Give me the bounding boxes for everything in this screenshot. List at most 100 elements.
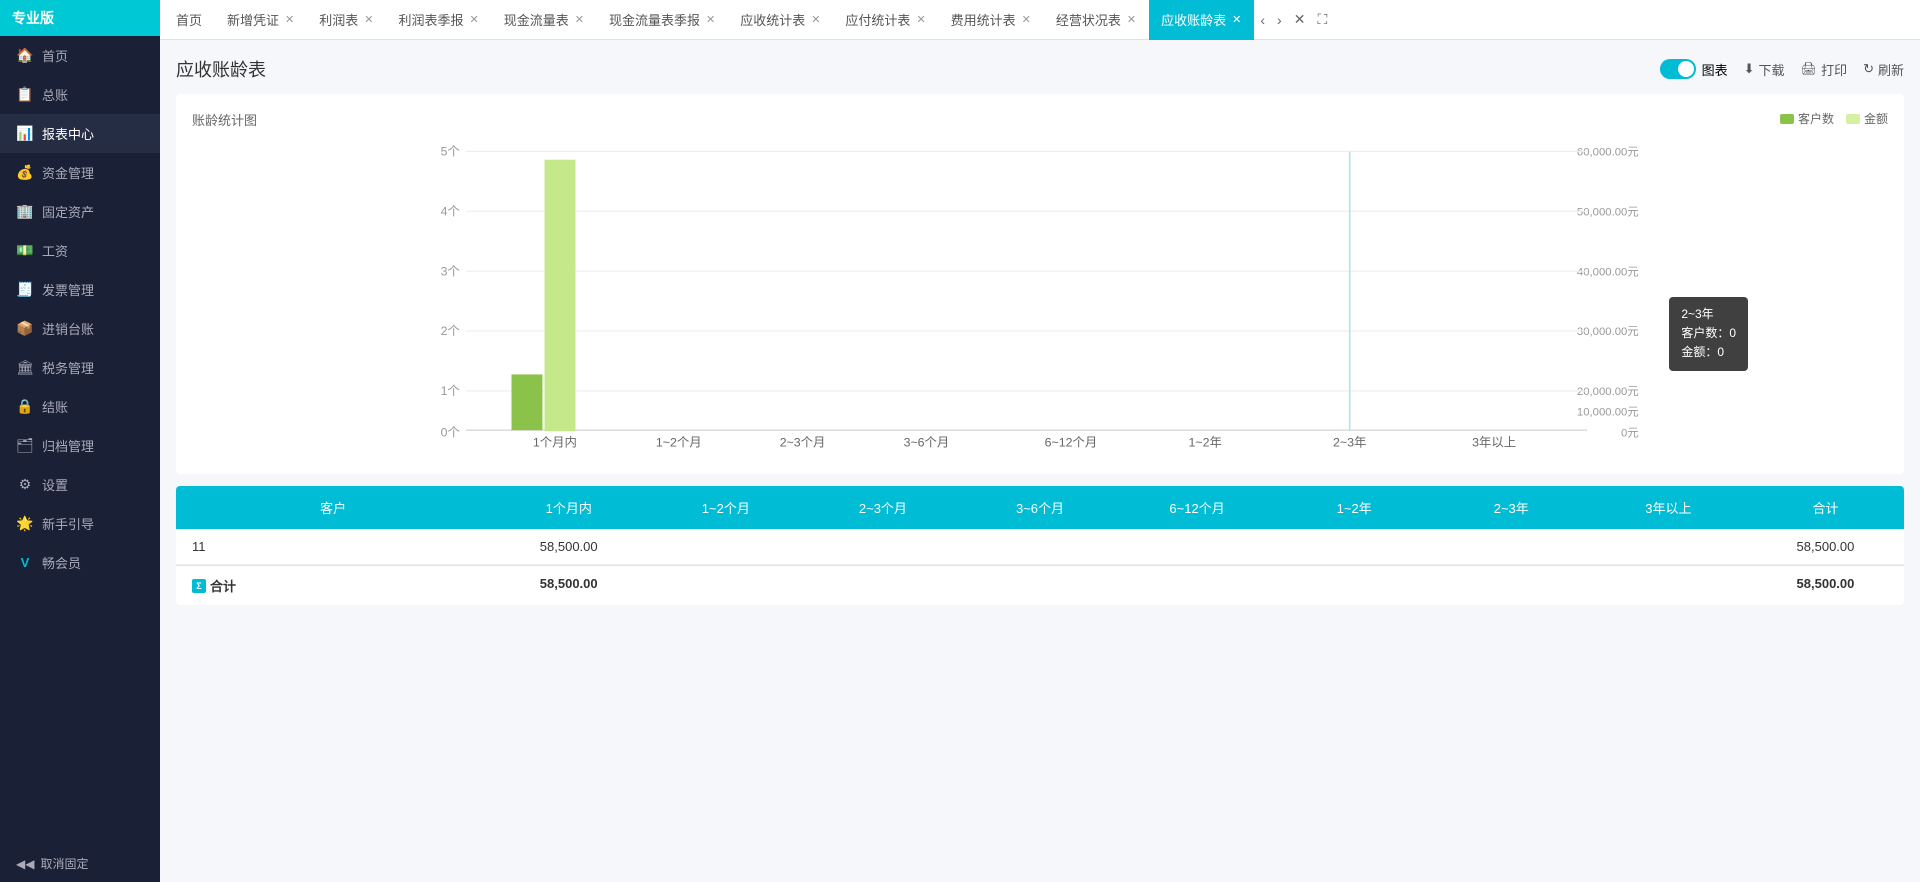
page-content: 应收账龄表 图表 ⬇ 下载 🖨 打印 ↻ 刷新 <box>160 40 1920 882</box>
footer-m12 <box>647 566 804 605</box>
footer-m23 <box>804 566 961 605</box>
svg-text:1个月内: 1个月内 <box>533 436 577 450</box>
svg-text:30,000.00元: 30,000.00元 <box>1577 326 1639 338</box>
tab-ar-stat[interactable]: 应收统计表 ✕ <box>728 0 833 40</box>
download-button[interactable]: ⬇ 下载 <box>1744 60 1785 79</box>
sidebar-item-archive[interactable]: 🗂 归档管理 <box>0 426 160 465</box>
table-row: 11 58,500.00 58,500.00 <box>176 529 1904 565</box>
svg-text:1个: 1个 <box>441 384 460 398</box>
sidebar-item-tax[interactable]: 🏛 税务管理 <box>0 348 160 387</box>
svg-text:2个: 2个 <box>441 324 460 338</box>
close-tab-voucher[interactable]: ✕ <box>285 13 294 26</box>
legend-amount: 金额 <box>1846 110 1888 127</box>
sidebar-item-guide[interactable]: 🌟 新手引导 <box>0 504 160 543</box>
close-tab-expense-stat[interactable]: ✕ <box>1022 13 1031 26</box>
app-logo: 专业版 <box>0 0 160 36</box>
close-tab-cashflow[interactable]: ✕ <box>575 13 584 26</box>
svg-text:60,000.00元: 60,000.00元 <box>1577 147 1639 159</box>
th-customer: 客户 <box>176 486 490 529</box>
tab-scroll-right[interactable]: › <box>1271 0 1288 40</box>
sidebar-item-label: 资金管理 <box>42 163 94 182</box>
sidebar-item-report[interactable]: 📊 报表中心 <box>0 114 160 153</box>
settings-icon: ⚙ <box>16 476 34 493</box>
home-icon: 🏠 <box>16 47 34 64</box>
chart-svg-wrapper: 5个 4个 3个 2个 1个 0个 60,000.00元 50,000.00元 … <box>192 137 1888 457</box>
sidebar-item-label: 发票管理 <box>42 280 94 299</box>
svg-text:1~2年: 1~2年 <box>1188 436 1221 450</box>
chart-svg: 5个 4个 3个 2个 1个 0个 60,000.00元 50,000.00元 … <box>192 137 1888 457</box>
footer-label: Σ 合计 <box>176 566 490 605</box>
sidebar-item-close[interactable]: 🔒 结账 <box>0 387 160 426</box>
td-m1: 58,500.00 <box>490 529 647 564</box>
tab-profit-quarter[interactable]: 利润表季报 ✕ <box>386 0 491 40</box>
footer-m1: 58,500.00 <box>490 566 647 605</box>
sidebar-item-label: 税务管理 <box>42 358 94 377</box>
td-y3plus <box>1590 529 1747 564</box>
sidebar-item-label: 设置 <box>42 475 68 494</box>
page-title: 应收账龄表 <box>176 56 266 82</box>
close-tab-biz-status[interactable]: ✕ <box>1127 13 1136 26</box>
sidebar-pin-toggle[interactable]: ◀◀ 取消固定 <box>0 845 160 882</box>
bar-customers-0 <box>511 374 542 430</box>
close-tab-ar-aging[interactable]: ✕ <box>1232 13 1241 26</box>
toggle-thumb <box>1678 61 1694 77</box>
legend-color-customers <box>1780 114 1794 124</box>
footer-total: 58,500.00 <box>1747 566 1904 605</box>
tab-maximize[interactable]: ⛶ <box>1311 0 1333 40</box>
td-y12 <box>1276 529 1433 564</box>
footer-y23 <box>1433 566 1590 605</box>
close-tab-ar-stat[interactable]: ✕ <box>811 13 820 26</box>
tab-profit[interactable]: 利润表 ✕ <box>307 0 386 40</box>
tab-close-all[interactable]: ✕ <box>1288 0 1312 40</box>
sidebar: 专业版 🏠 首页 📋 总账 📊 报表中心 💰 资金管理 🏢 固定资产 💵 工资 … <box>0 0 160 882</box>
sidebar-item-salary[interactable]: 💵 工资 <box>0 231 160 270</box>
ledger-icon: 📋 <box>16 86 34 103</box>
close-tab-profit-quarter[interactable]: ✕ <box>470 13 479 26</box>
tab-cashflow[interactable]: 现金流量表 ✕ <box>492 0 597 40</box>
close-tab-profit[interactable]: ✕ <box>364 13 373 26</box>
svg-text:4个: 4个 <box>441 204 460 218</box>
toggle-track[interactable] <box>1660 59 1696 79</box>
chart-toggle[interactable]: 图表 <box>1660 59 1728 79</box>
print-button[interactable]: 🖨 打印 <box>1801 60 1848 79</box>
table-header: 客户 1个月内 1~2个月 2~3个月 3~6个月 6~12个月 1~2年 2~… <box>176 486 1904 529</box>
td-m12 <box>647 529 804 564</box>
tab-ap-stat[interactable]: 应付统计表 ✕ <box>833 0 938 40</box>
sidebar-item-home[interactable]: 🏠 首页 <box>0 36 160 75</box>
tab-voucher[interactable]: 新增凭证 ✕ <box>215 0 307 40</box>
sidebar-item-member[interactable]: V 畅会员 <box>0 543 160 582</box>
tab-scroll-left[interactable]: ‹ <box>1254 0 1271 40</box>
sidebar-item-settings[interactable]: ⚙ 设置 <box>0 465 160 504</box>
refresh-button[interactable]: ↻ 刷新 <box>1863 60 1904 79</box>
sidebar-item-label: 畅会员 <box>42 553 81 572</box>
th-m23: 2~3个月 <box>804 486 961 529</box>
tab-cashflow-quarter[interactable]: 现金流量表季报 ✕ <box>597 0 728 40</box>
th-total: 合计 <box>1747 486 1904 529</box>
sidebar-item-label: 报表中心 <box>42 124 94 143</box>
report-icon: 📊 <box>16 125 34 142</box>
close-tab-ap-stat[interactable]: ✕ <box>916 13 925 26</box>
td-y23 <box>1433 529 1590 564</box>
bar-amount-0 <box>545 160 576 431</box>
sidebar-item-inventory[interactable]: 📦 进销台账 <box>0 309 160 348</box>
tab-biz-status[interactable]: 经营状况表 ✕ <box>1044 0 1149 40</box>
td-m23 <box>804 529 961 564</box>
invoice-icon: 🧾 <box>16 281 34 298</box>
table-footer: Σ 合计 58,500.00 58,500.00 <box>176 565 1904 605</box>
sidebar-item-fund[interactable]: 💰 资金管理 <box>0 153 160 192</box>
svg-text:3年以上: 3年以上 <box>1472 436 1516 450</box>
td-customer: 11 <box>176 529 490 564</box>
sidebar-item-invoice[interactable]: 🧾 发票管理 <box>0 270 160 309</box>
tab-ar-aging[interactable]: 应收账龄表 ✕ <box>1149 0 1254 40</box>
tab-bar: 首页 新增凭证 ✕ 利润表 ✕ 利润表季报 ✕ 现金流量表 ✕ 现金流量表季报 … <box>160 0 1920 40</box>
chart-container: 账龄统计图 客户数 金额 5个 4个 3个 2个 1个 <box>176 94 1904 474</box>
tab-expense-stat[interactable]: 费用统计表 ✕ <box>939 0 1044 40</box>
tab-home[interactable]: 首页 <box>164 0 215 40</box>
main-content: 首页 新增凭证 ✕ 利润表 ✕ 利润表季报 ✕ 现金流量表 ✕ 现金流量表季报 … <box>160 0 1920 882</box>
legend-customers: 客户数 <box>1780 110 1834 127</box>
close-account-icon: 🔒 <box>16 398 34 415</box>
sidebar-item-asset[interactable]: 🏢 固定资产 <box>0 192 160 231</box>
sidebar-item-ledger[interactable]: 📋 总账 <box>0 75 160 114</box>
td-total: 58,500.00 <box>1747 529 1904 564</box>
close-tab-cashflow-quarter[interactable]: ✕ <box>706 13 715 26</box>
